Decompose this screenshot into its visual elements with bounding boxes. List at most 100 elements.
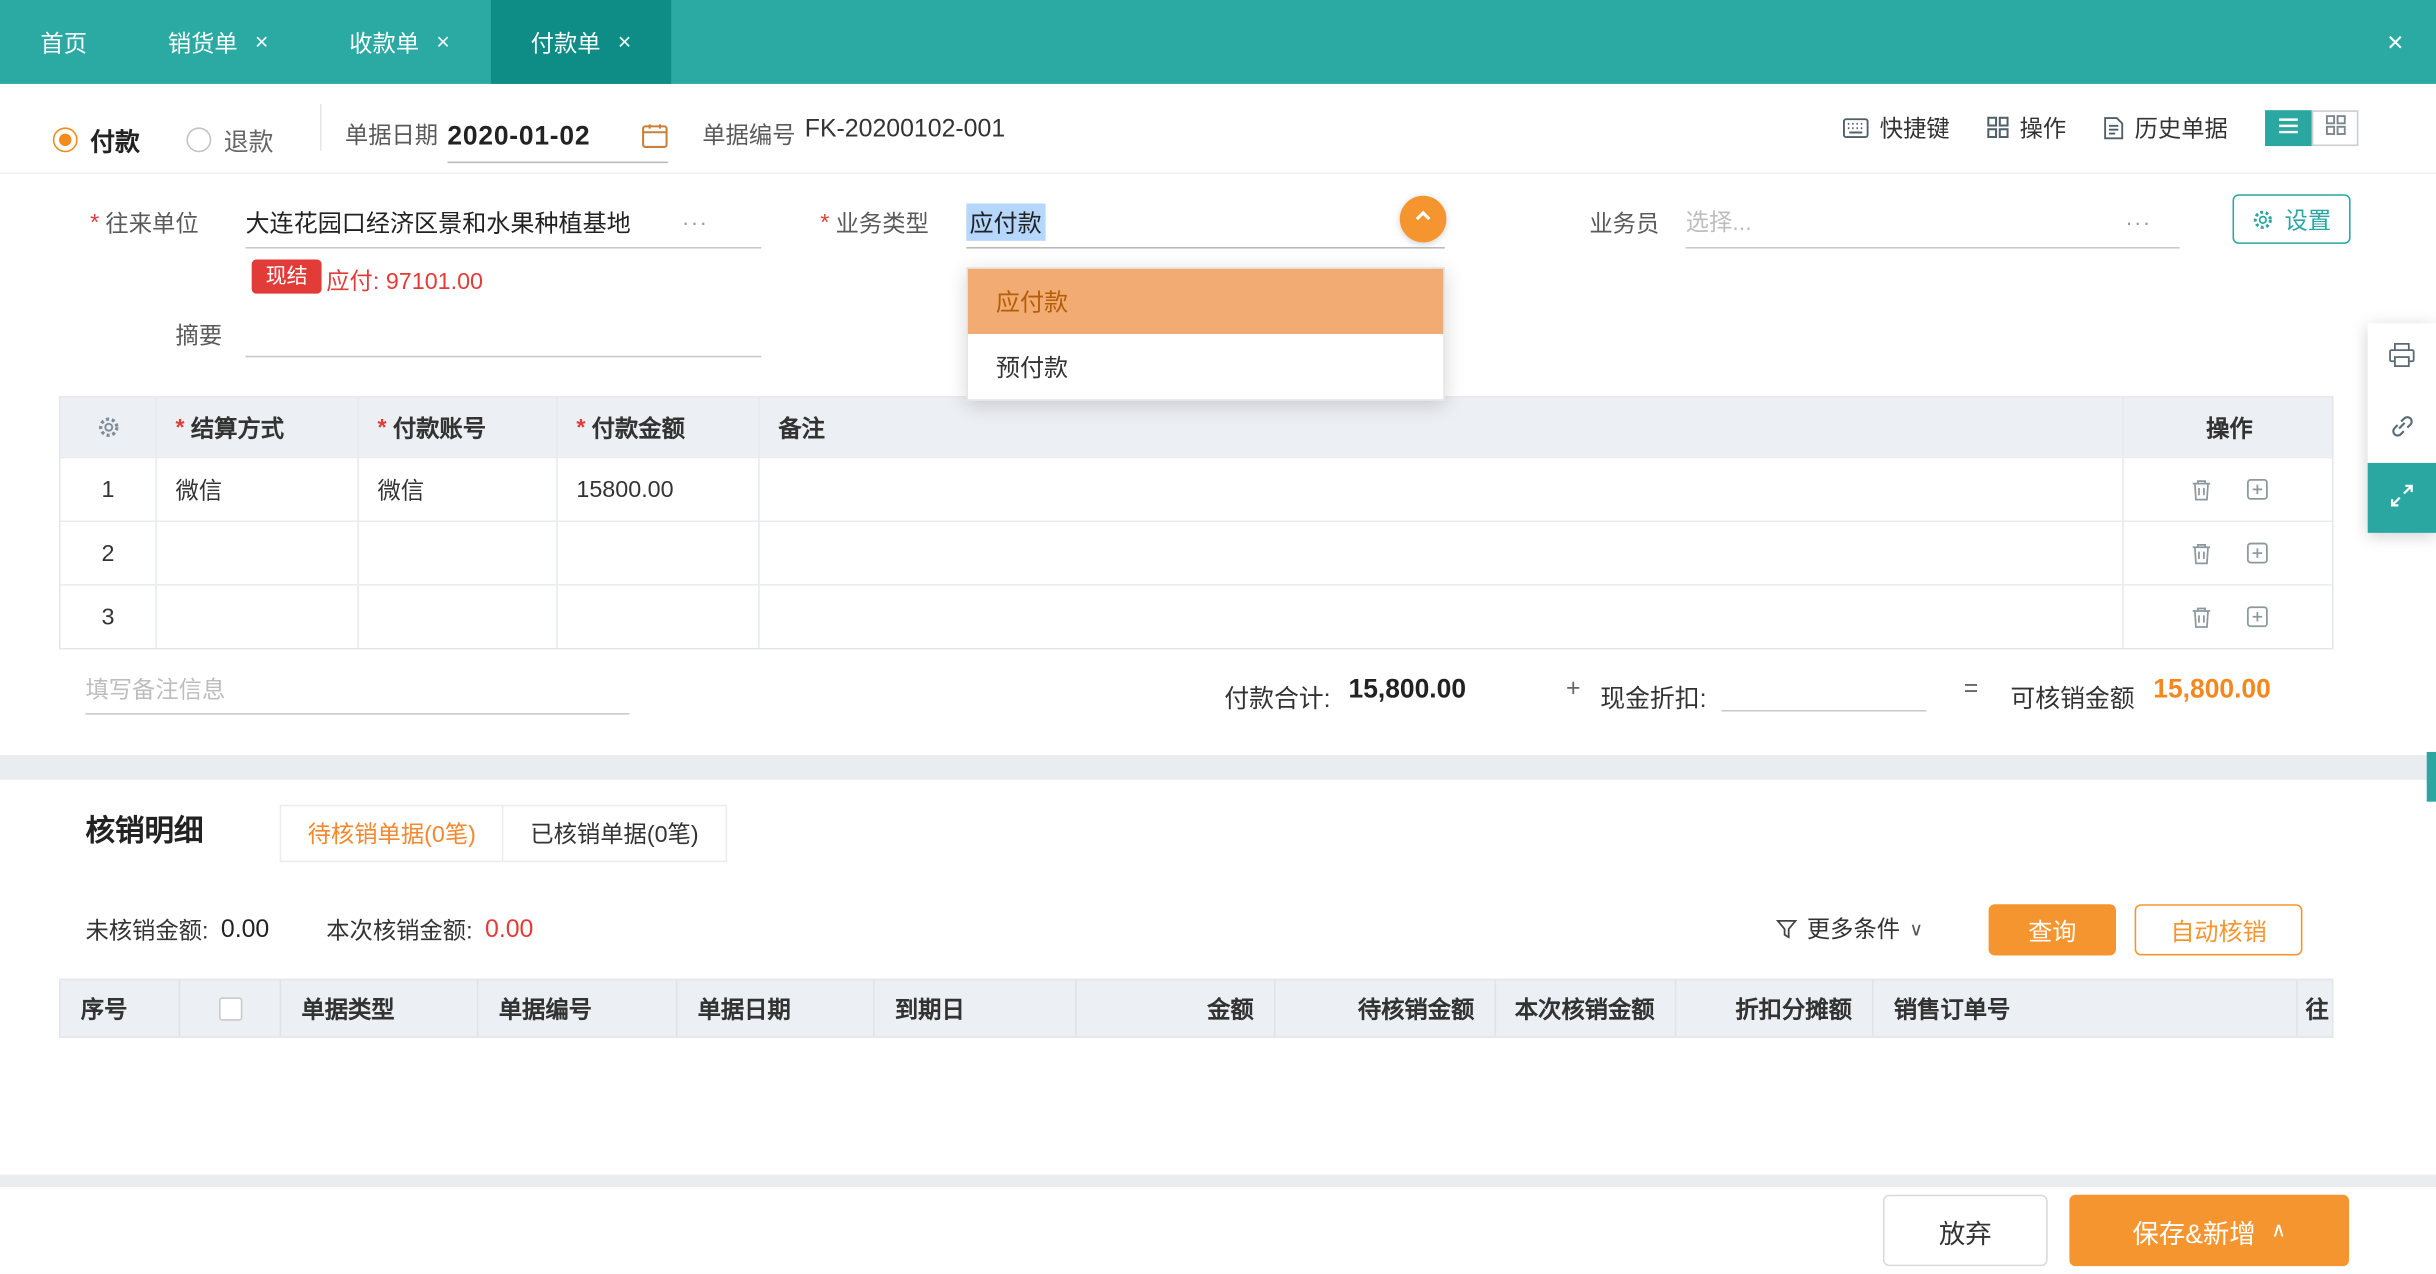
caret-up-icon: ∧: [2271, 1218, 2287, 1242]
close-tab-icon[interactable]: ×: [618, 30, 632, 53]
save-and-new-button[interactable]: 保存&新增 ∧: [2069, 1194, 2350, 1267]
view-toggle-group: [2265, 109, 2359, 146]
header-label: 到期日: [894, 996, 965, 1024]
lookup-ellipsis-icon[interactable]: ···: [682, 209, 708, 234]
auto-writeoff-button[interactable]: 自动核销: [2134, 904, 2303, 956]
header-doc-type: 单据类型: [281, 980, 479, 1037]
payment-amount-cell[interactable]: 15800.00: [558, 458, 760, 521]
settlement-method-cell[interactable]: 微信: [157, 458, 359, 521]
plus-sign: +: [1566, 675, 1581, 703]
discard-button[interactable]: 放弃: [1882, 1194, 2048, 1267]
chevron-down-icon: ∨: [1909, 917, 1924, 940]
tab-receipt-order[interactable]: 收款单 ×: [309, 0, 490, 84]
biztype-input[interactable]: 应付款: [966, 196, 1445, 249]
header-current-amount: 本次核销金额: [1496, 980, 1677, 1037]
discount-label: 现金折扣:: [1600, 686, 1707, 714]
partner-value: 大连花园口经济区景和水果种植基地: [245, 210, 631, 237]
header-label: 操作: [2206, 415, 2253, 442]
order-remark-input[interactable]: 填写备注信息: [85, 665, 630, 715]
document-icon: [2104, 116, 2124, 139]
header-select-all: [180, 980, 282, 1037]
keyboard-icon: [1842, 117, 1869, 138]
date-label: 单据日期: [344, 122, 439, 150]
expand-icon: [2388, 481, 2416, 515]
remark-cell[interactable]: [760, 522, 2124, 585]
delete-row-icon[interactable]: [2191, 605, 2213, 628]
settlement-method-cell[interactable]: [157, 522, 359, 585]
collapse-dropdown-button[interactable]: [1399, 195, 1447, 243]
list-view-toggle[interactable]: [2265, 109, 2312, 146]
tab-sales-order[interactable]: 销货单 ×: [127, 0, 308, 84]
settlement-badge: 现结: [251, 259, 322, 294]
grid-view-toggle[interactable]: [2311, 109, 2359, 146]
checkbox-icon[interactable]: [218, 996, 242, 1020]
cell-text: 微信: [175, 477, 223, 505]
tab-home[interactable]: 首页: [0, 0, 127, 84]
query-button[interactable]: 查询: [1988, 904, 2117, 956]
tab-pending-writeoff[interactable]: 待核销单据(0笔): [279, 804, 504, 863]
payment-account-cell[interactable]: [359, 522, 558, 585]
history-docs-button[interactable]: 历史单据: [2104, 111, 2228, 144]
remark-cell[interactable]: [760, 458, 2124, 521]
add-row-icon[interactable]: [2246, 478, 2269, 501]
remark-cell[interactable]: [760, 585, 2124, 648]
lookup-ellipsis-icon[interactable]: ···: [2125, 209, 2151, 234]
fullscreen-tool-button[interactable]: [2367, 462, 2436, 533]
header-label: 结算方式: [190, 415, 285, 442]
settlement-method-cell[interactable]: [157, 585, 359, 648]
scrollbar-thumb[interactable]: [2426, 751, 2436, 802]
biztype-label-group: * 业务类型: [820, 207, 929, 240]
payment-amount-cell[interactable]: [558, 585, 760, 648]
unwritten-amount: 未核销金额: 0.00: [85, 914, 269, 947]
calendar-icon[interactable]: [642, 123, 668, 149]
date-value: 2020-01-02: [447, 120, 591, 150]
settings-button[interactable]: 设置: [2232, 194, 2351, 244]
date-input[interactable]: 2020-01-02: [447, 110, 669, 164]
tab-done-writeoff[interactable]: 已核销单据(0笔): [503, 804, 727, 863]
writeoff-tabs: 待核销单据(0笔) 已核销单据(0笔): [279, 804, 727, 863]
biztype-value: 应付款: [966, 202, 1045, 241]
add-row-icon[interactable]: [2246, 606, 2269, 628]
row-operations-cell: [2124, 522, 2332, 584]
more-conditions-button[interactable]: 更多条件 ∨: [1775, 912, 1924, 945]
partner-input[interactable]: 大连花园口经济区景和水果种植基地 ···: [245, 196, 762, 249]
link-tool-button[interactable]: [2368, 393, 2436, 463]
operations-button[interactable]: 操作: [1987, 111, 2066, 144]
column-settings-cell[interactable]: [61, 397, 157, 457]
partner-label-group: * 往来单位: [90, 207, 199, 240]
payment-account-cell[interactable]: 微信: [359, 458, 558, 521]
shortcut-keys-button[interactable]: 快捷键: [1842, 111, 1950, 144]
discount-input[interactable]: [1721, 665, 1927, 712]
delete-row-icon[interactable]: [2191, 541, 2213, 564]
header-doc-date: 单据日期: [677, 980, 875, 1037]
delete-row-icon[interactable]: [2191, 478, 2213, 501]
tab-payment-order[interactable]: 付款单 ×: [490, 0, 672, 84]
link-icon: [2388, 411, 2416, 445]
writeoff-available-value: 15,800.00: [2153, 674, 2271, 704]
header-label: 本次核销金额: [1514, 996, 1655, 1024]
radio-refund[interactable]: 退款: [186, 121, 273, 158]
close-tab-icon[interactable]: ×: [255, 30, 269, 53]
row-number: 2: [61, 522, 157, 585]
salesman-input[interactable]: 选择... ···: [1685, 196, 2180, 249]
salesman-label: 业务员: [1589, 211, 1660, 238]
header-label: 付款账号: [392, 415, 487, 442]
biztype-dropdown: 应付款 预付款: [966, 267, 1445, 401]
tab-label: 销货单: [167, 30, 238, 57]
dropdown-option-payable[interactable]: 应付款: [967, 268, 1444, 335]
close-tab-icon[interactable]: ×: [436, 30, 450, 53]
summary-input[interactable]: [245, 305, 762, 358]
payment-amount-cell[interactable]: [558, 522, 760, 585]
close-window-icon[interactable]: ×: [2354, 0, 2436, 84]
total-label: 付款合计:: [1224, 686, 1331, 714]
print-tool-button[interactable]: [2368, 323, 2436, 393]
payment-account-cell[interactable]: [359, 585, 558, 648]
salesman-placeholder: 选择...: [1685, 209, 1752, 237]
radio-label: 退款: [223, 130, 274, 157]
header-payment-amount: * 付款金额: [558, 397, 760, 457]
add-row-icon[interactable]: [2246, 542, 2269, 564]
dropdown-option-prepaid[interactable]: 预付款: [968, 334, 1443, 399]
radio-payment[interactable]: 付款: [52, 121, 140, 158]
row-operations-cell: [2124, 586, 2332, 648]
